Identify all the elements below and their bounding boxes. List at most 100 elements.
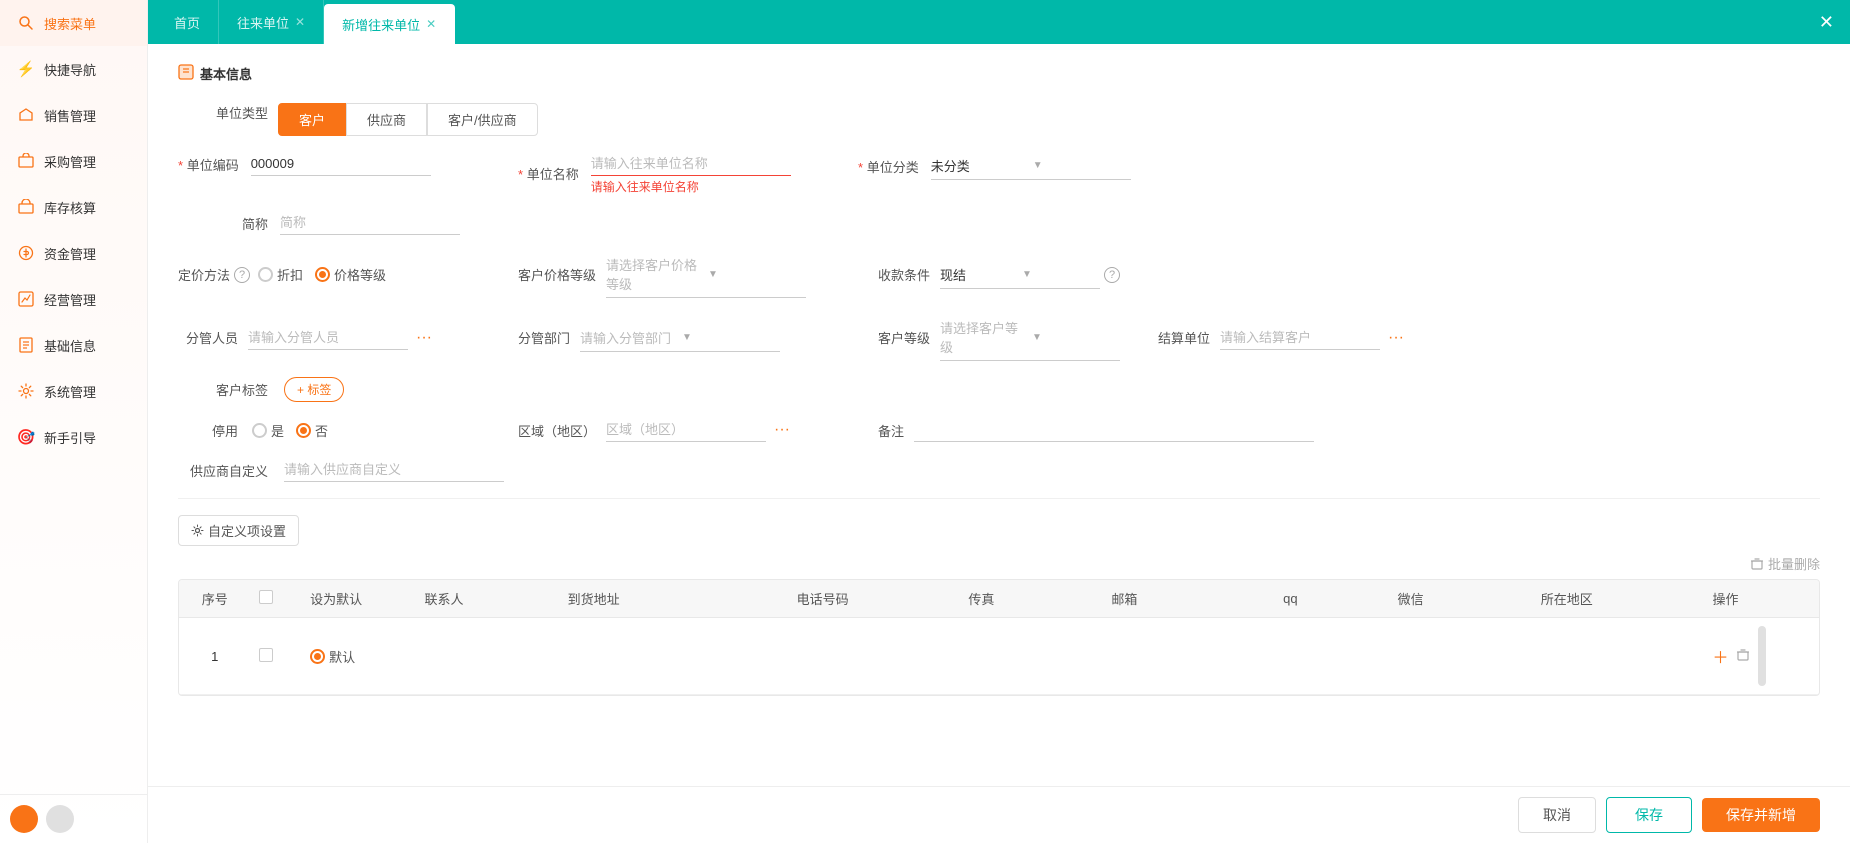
unit-name-input[interactable]: [591, 152, 791, 176]
row-default-radio[interactable]: [310, 649, 325, 664]
sidebar-item-label: 新手引导: [44, 428, 96, 447]
row-contact-input[interactable]: [425, 649, 552, 664]
sidebar-item-operations[interactable]: 经营管理: [0, 276, 147, 322]
row-phone-input[interactable]: [797, 649, 953, 664]
disabled-no-option[interactable]: 否: [296, 421, 328, 440]
footer: 取消 保存 保存并新增: [148, 786, 1850, 843]
manager-row: 分管人员 ··· 分管部门 请输入分管部门 ▼ 客户等级 请选择客户等级 ▼: [178, 314, 1820, 361]
sidebar-avatar[interactable]: [10, 805, 38, 833]
settlement-unit-input[interactable]: [1220, 326, 1380, 350]
unit-code-input[interactable]: [251, 152, 431, 176]
supplier-custom-row: 供应商自定义: [178, 458, 1820, 482]
unit-type-supplier-btn[interactable]: 供应商: [346, 103, 427, 136]
manager-input[interactable]: [248, 326, 408, 350]
batch-delete-label[interactable]: 批量删除: [1768, 554, 1820, 573]
row-checkbox[interactable]: [259, 648, 273, 662]
th-no: 序号: [179, 580, 251, 618]
row-add-button[interactable]: ＋: [1712, 644, 1728, 668]
sidebar-item-label: 库存核算: [44, 198, 96, 217]
pricing-level-radio[interactable]: [315, 267, 330, 282]
remark-label: 备注: [878, 421, 904, 440]
disabled-yes-radio[interactable]: [252, 423, 267, 438]
customer-level-placeholder: 请选择客户等级: [940, 318, 1028, 356]
settlement-unit-dots-btn[interactable]: ···: [1384, 329, 1408, 347]
row-address-input[interactable]: [568, 649, 781, 664]
sidebar-bottom: [0, 794, 147, 843]
unit-type-both-btn[interactable]: 客户/供应商: [427, 103, 538, 136]
tabbar-close-all-button[interactable]: ✕: [1811, 12, 1842, 33]
tab-partners-close[interactable]: ✕: [295, 15, 305, 29]
section-title: 基本信息: [178, 64, 1820, 83]
sidebar-item-label: 基础信息: [44, 336, 96, 355]
customer-level-select[interactable]: 请选择客户等级 ▼: [940, 314, 1120, 361]
pricing-help-icon[interactable]: ?: [234, 267, 250, 283]
unit-category-select[interactable]: 未分类 ▼: [931, 152, 1131, 180]
td-wechat: [1390, 618, 1533, 695]
system-icon: [16, 381, 36, 401]
row-region-input[interactable]: [1541, 649, 1697, 664]
payment-terms-help-icon[interactable]: ?: [1104, 267, 1120, 283]
save-add-button[interactable]: 保存并新增: [1702, 798, 1820, 832]
row-delete-button[interactable]: [1736, 648, 1750, 665]
sidebar-item-search[interactable]: 搜索菜单: [0, 0, 147, 46]
table-header-row: 序号 设为默认 联系人 到货地址 电话号码 传真 邮箱 qq 微信 所在地区: [179, 580, 1819, 618]
pricing-discount-option[interactable]: 折扣: [258, 265, 303, 284]
sidebar-item-quick-nav[interactable]: ⚡ 快捷导航: [0, 46, 147, 92]
sidebar-item-label: 快捷导航: [44, 60, 96, 79]
disabled-no-radio[interactable]: [296, 423, 311, 438]
region-input[interactable]: [606, 418, 766, 442]
remark-input[interactable]: [914, 418, 1314, 442]
tab-partners[interactable]: 往来单位 ✕: [219, 0, 324, 44]
sidebar-item-finance[interactable]: 资金管理: [0, 230, 147, 276]
tab-home[interactable]: 首页: [156, 0, 219, 44]
short-name-row: 简称: [178, 211, 1820, 235]
cancel-button[interactable]: 取消: [1518, 797, 1596, 833]
unit-type-customer-btn[interactable]: 客户: [278, 103, 346, 136]
row-default-radio-item[interactable]: 默认: [310, 647, 408, 666]
payment-terms-select[interactable]: 现结 ▼: [940, 261, 1100, 289]
pricing-radio-group: 折扣 价格等级: [258, 265, 386, 284]
save-button[interactable]: 保存: [1606, 797, 1692, 833]
contact-table: 序号 设为默认 联系人 到货地址 电话号码 传真 邮箱 qq 微信 所在地区: [179, 580, 1819, 695]
section-title-label: 基本信息: [200, 64, 252, 83]
row-email-input[interactable]: [1111, 649, 1267, 664]
disabled-yes-option[interactable]: 是: [252, 421, 284, 440]
region-dots-btn[interactable]: ···: [770, 421, 794, 439]
supplier-custom-input[interactable]: [284, 458, 504, 482]
contact-table-container: 序号 设为默认 联系人 到货地址 电话号码 传真 邮箱 qq 微信 所在地区: [178, 579, 1820, 696]
row-qq-input[interactable]: [1283, 649, 1381, 664]
sidebar-item-inventory[interactable]: 库存核算: [0, 184, 147, 230]
td-address: [560, 618, 789, 695]
th-region: 所在地区: [1533, 580, 1705, 618]
payment-terms-chevron: ▼: [1022, 269, 1100, 280]
dept-select[interactable]: 请输入分管部门 ▼: [580, 324, 780, 352]
sidebar-item-purchase[interactable]: 采购管理: [0, 138, 147, 184]
short-name-input[interactable]: [280, 211, 460, 235]
price-level-label: 客户价格等级: [518, 265, 596, 284]
unit-type-group: 客户 供应商 客户/供应商: [278, 103, 538, 136]
unit-type-row: 单位类型 客户 供应商 客户/供应商: [178, 103, 1820, 136]
unit-name-error: 请输入往来单位名称: [591, 178, 791, 195]
row-default-radio-inner: [314, 653, 321, 660]
table-row: 1 默认: [179, 618, 1819, 695]
tab-new-partner-close[interactable]: ✕: [426, 17, 436, 31]
pricing-discount-radio[interactable]: [258, 267, 273, 282]
price-level-select[interactable]: 请选择客户价格等级 ▼: [606, 251, 806, 298]
sidebar-item-basic-info[interactable]: 基础信息: [0, 322, 147, 368]
unit-info-row: * 单位编码 * 单位名称 请输入往来单位名称 * 单位分类 未分类 ▼: [178, 152, 1820, 195]
add-tag-button[interactable]: + 标签: [284, 377, 344, 402]
sidebar-item-guide[interactable]: 🎯 新手引导: [0, 414, 147, 460]
sidebar-item-sales[interactable]: 销售管理: [0, 92, 147, 138]
th-wechat: 微信: [1390, 580, 1533, 618]
pricing-level-label: 价格等级: [334, 265, 386, 284]
row-wechat-input[interactable]: [1398, 649, 1525, 664]
pricing-level-option[interactable]: 价格等级: [315, 265, 386, 284]
custom-settings-button[interactable]: 自定义项设置: [178, 515, 299, 546]
sidebar-avatar2[interactable]: [46, 805, 74, 833]
tab-new-partner[interactable]: 新增往来单位 ✕: [324, 4, 455, 44]
manager-dots-btn[interactable]: ···: [412, 329, 436, 347]
sidebar-item-system[interactable]: 系统管理: [0, 368, 147, 414]
settlement-unit-label: 结算单位: [1158, 328, 1210, 347]
row-fax-input[interactable]: [968, 649, 1095, 664]
table-select-all-checkbox[interactable]: [259, 590, 273, 604]
